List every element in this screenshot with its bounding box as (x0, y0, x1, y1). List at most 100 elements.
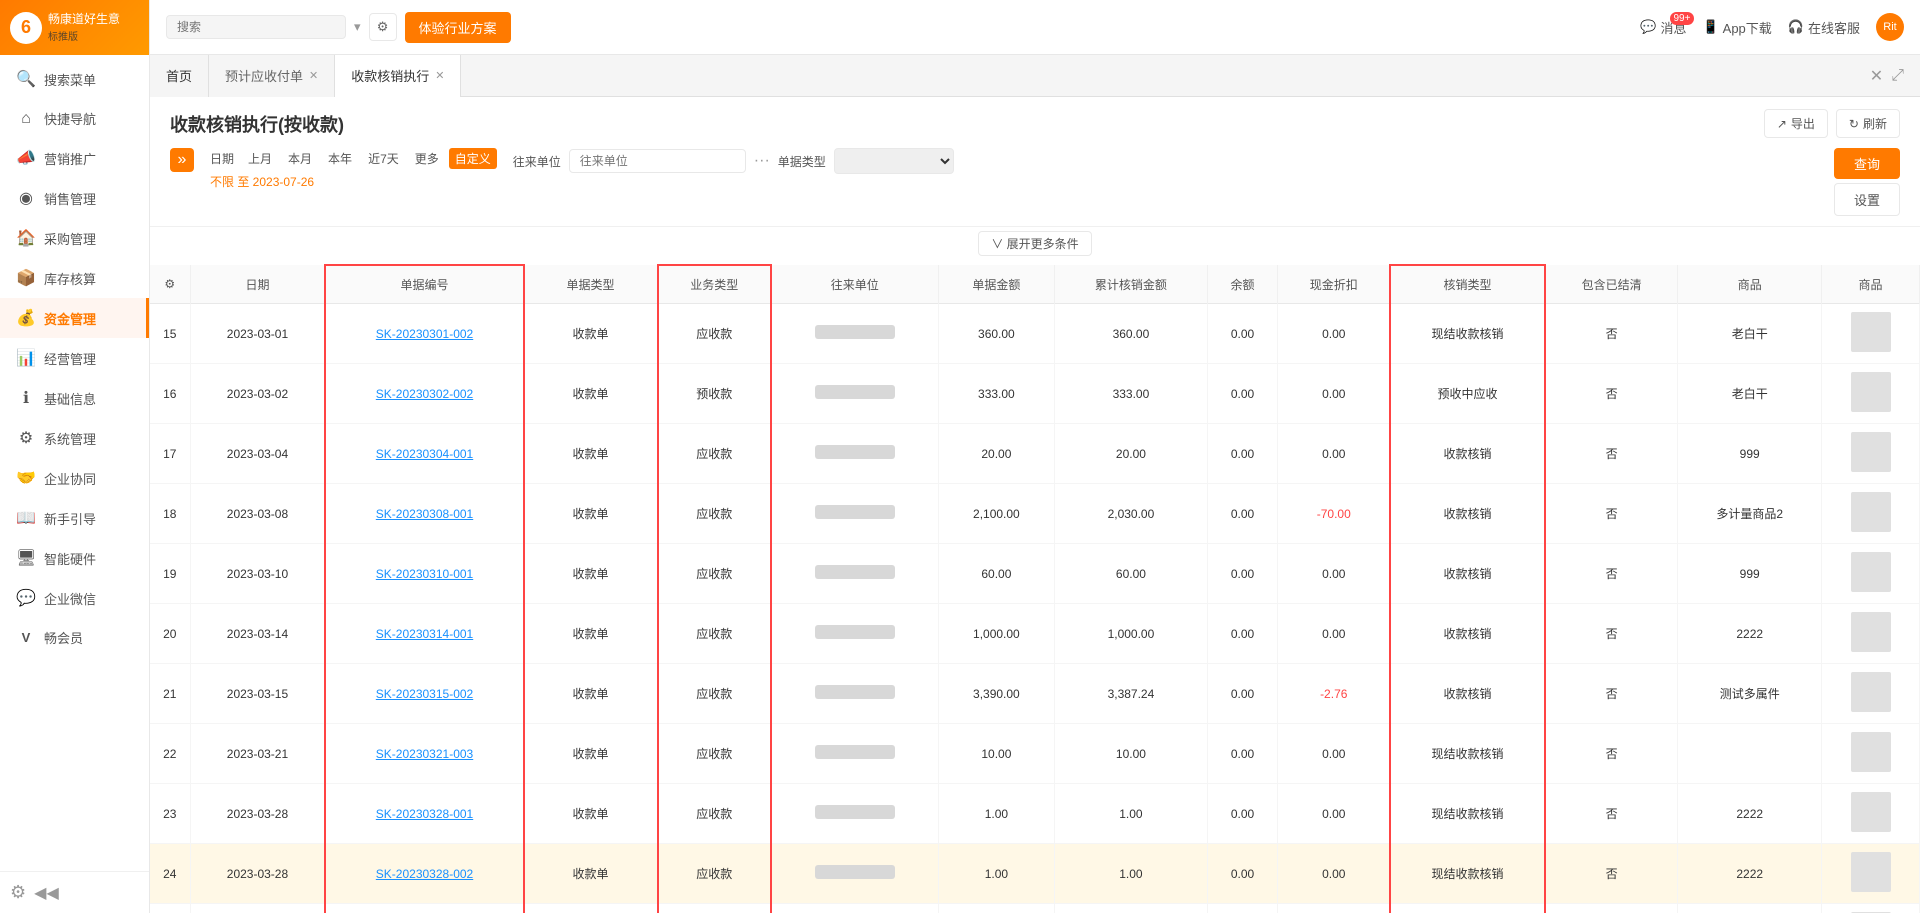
cell-amount: 1.00 (938, 844, 1054, 904)
th-discount[interactable]: 现金折扣 (1278, 265, 1390, 304)
date-btn-last-month[interactable]: 上月 (242, 148, 278, 169)
sidebar-item-sales[interactable]: ◉ 销售管理 (0, 178, 149, 218)
sidebar-item-enterprise[interactable]: 🤝 企业协同 (0, 458, 149, 498)
export-button[interactable]: ↗ 导出 (1764, 109, 1828, 138)
th-verified[interactable]: 累计核销金额 (1055, 265, 1208, 304)
filter-toggle-button[interactable]: » (170, 148, 194, 172)
counterparty-input[interactable] (569, 149, 746, 173)
sidebar-item-basic[interactable]: ℹ 基础信息 (0, 378, 149, 418)
topbar-settings-button[interactable]: ⚙ (369, 13, 397, 41)
cell-product2 (1822, 424, 1920, 484)
th-product1[interactable]: 商品 (1678, 265, 1822, 304)
sidebar-item-search[interactable]: 🔍 搜索菜单 (0, 59, 149, 99)
sidebar-item-inventory[interactable]: 📦 库存核算 (0, 258, 149, 298)
sidebar-item-system[interactable]: ⚙ 系统管理 (0, 418, 149, 458)
industry-solution-button[interactable]: 体验行业方案 (405, 12, 511, 43)
th-partner[interactable]: 往来单位 (771, 265, 938, 304)
settings-button[interactable]: 设置 (1834, 183, 1900, 216)
export-icon: ↗ (1777, 117, 1787, 131)
th-bill-type[interactable]: 单据类型 (524, 265, 658, 304)
tab-close-all-icon[interactable]: ✕ (1870, 66, 1883, 86)
cell-bill-type: 收款单 (524, 604, 658, 664)
tab-close-collection[interactable]: ✕ (435, 69, 444, 82)
cell-included: 否 (1545, 424, 1678, 484)
topbar-search-input[interactable] (166, 15, 346, 39)
date-btn-more[interactable]: 更多 (409, 148, 445, 169)
sidebar-item-quick-nav[interactable]: ⌂ 快捷导航 (0, 99, 149, 138)
expand-conditions-button[interactable]: ∨ 展开更多条件 (978, 231, 1091, 256)
sidebar-bottom: ⚙ ◀◀ (0, 871, 149, 913)
th-included[interactable]: 包含已结清 (1545, 265, 1678, 304)
cell-bill-no[interactable]: SK-20230301-002 (325, 304, 523, 364)
th-date[interactable]: 日期 (190, 265, 325, 304)
cell-bill-no[interactable]: SK-20230321-003 (325, 724, 523, 784)
th-biz-type[interactable]: 业务类型 (658, 265, 771, 304)
settings-bottom-icon[interactable]: ⚙ (10, 882, 26, 903)
cell-no: 22 (150, 724, 190, 784)
tab-home[interactable]: 首页 (150, 55, 209, 97)
th-bill-no[interactable]: 单据编号 (325, 265, 523, 304)
th-settings[interactable]: ⚙ (150, 265, 190, 304)
voucher-type-select[interactable] (834, 148, 954, 174)
cell-date: 2023-03-31 (190, 904, 325, 913)
sidebar-item-finance[interactable]: 💰 资金管理 (0, 298, 149, 338)
cell-bill-no[interactable]: SK-20230308-001 (325, 484, 523, 544)
sidebar-item-marketing[interactable]: 📣 营销推广 (0, 138, 149, 178)
cell-bill-no[interactable]: SK-20230310-001 (325, 544, 523, 604)
sidebar-item-operations[interactable]: 📊 经营管理 (0, 338, 149, 378)
cell-no: 24 (150, 844, 190, 904)
sidebar-item-member[interactable]: V 畅会员 (0, 618, 149, 657)
th-verify-type[interactable]: 核销类型 (1390, 265, 1545, 304)
cell-product: 老白干 (1678, 304, 1822, 364)
cell-partner (771, 904, 938, 913)
cell-bill-no[interactable]: SK-20230314-001 (325, 604, 523, 664)
finance-icon: 💰 (16, 308, 36, 328)
cell-date: 2023-03-04 (190, 424, 325, 484)
user-menu[interactable]: Rit (1876, 13, 1904, 41)
date-btn-custom[interactable]: 自定义 (449, 148, 497, 169)
collapse-icon[interactable]: ◀◀ (34, 883, 59, 903)
cell-included: 否 (1545, 544, 1678, 604)
cell-bill-no[interactable]: SK-20230331-002 (325, 904, 523, 913)
table-container[interactable]: ⚙ 日期 单据编号 单据类型 业务类型 往来单位 单据金额 累计核销金额 余额 … (150, 264, 1920, 913)
cell-bill-no[interactable]: SK-20230302-002 (325, 364, 523, 424)
date-btn-7days[interactable]: 近7天 (362, 148, 405, 169)
date-btn-this-month[interactable]: 本月 (282, 148, 318, 169)
th-balance[interactable]: 余额 (1207, 265, 1277, 304)
cell-biz-type: 应收款 (658, 664, 771, 724)
cell-biz-type: 应收款 (658, 724, 771, 784)
cell-included: 否 (1545, 904, 1678, 913)
cell-no: 16 (150, 364, 190, 424)
th-product2[interactable]: 商品 (1822, 265, 1920, 304)
logo-text: 畅康道好生意 (48, 12, 120, 28)
cell-biz-type: 预收款 (658, 364, 771, 424)
operations-icon: 📊 (16, 348, 36, 368)
message-button[interactable]: 💬 消息 99+ (1640, 18, 1686, 37)
cell-no: 21 (150, 664, 190, 724)
topbar-dropdown-icon[interactable]: ▾ (354, 19, 361, 35)
cell-bill-no[interactable]: SK-20230315-002 (325, 664, 523, 724)
date-btn-this-year[interactable]: 本年 (322, 148, 358, 169)
tab-expand-icon[interactable]: ⤢ (1891, 67, 1904, 85)
cell-bill-no[interactable]: SK-20230304-001 (325, 424, 523, 484)
sidebar-item-wechat[interactable]: 💬 企业微信 (0, 578, 149, 618)
th-amount[interactable]: 单据金额 (938, 265, 1054, 304)
query-button[interactable]: 查询 (1834, 148, 1900, 179)
refresh-button[interactable]: ↻ 刷新 (1836, 109, 1900, 138)
cell-partner (771, 724, 938, 784)
sidebar-item-hardware[interactable]: 🖥 智能硬件 (0, 538, 149, 578)
tab-collection-verify[interactable]: 收款核销执行 ✕ (335, 55, 461, 97)
tab-close-pending[interactable]: ✕ (309, 69, 318, 82)
filter-dots[interactable]: ··· (754, 152, 770, 170)
cell-bill-no[interactable]: SK-20230328-002 (325, 844, 523, 904)
sidebar-item-purchase[interactable]: 🏠 采购管理 (0, 218, 149, 258)
online-service-button[interactable]: 🎧 在线客服 (1788, 18, 1860, 37)
app-download-button[interactable]: 📱 App下载 (1702, 18, 1771, 37)
enterprise-icon: 🤝 (16, 468, 36, 488)
sidebar-item-guide[interactable]: 📖 新手引导 (0, 498, 149, 538)
tab-pending-payment[interactable]: 预计应收付单 ✕ (209, 55, 335, 97)
cell-date: 2023-03-28 (190, 844, 325, 904)
cell-partner (771, 664, 938, 724)
cell-bill-no[interactable]: SK-20230328-001 (325, 784, 523, 844)
cell-product: 2222 (1678, 604, 1822, 664)
